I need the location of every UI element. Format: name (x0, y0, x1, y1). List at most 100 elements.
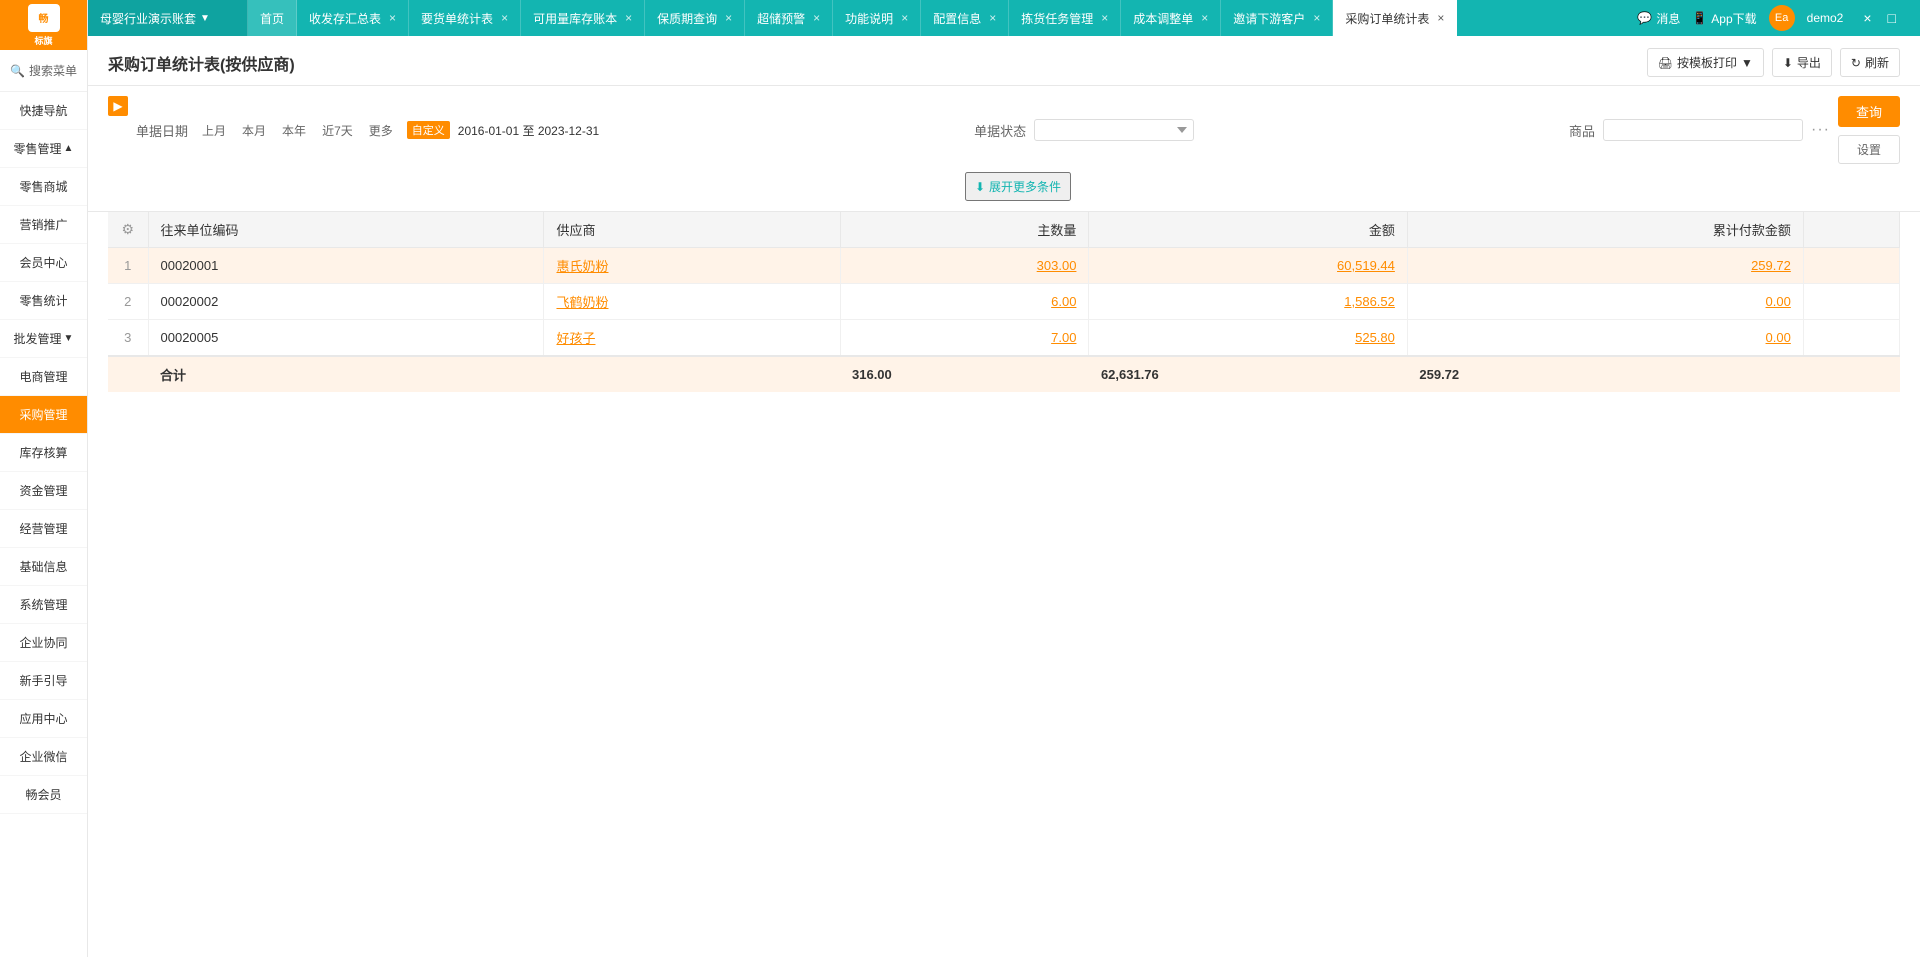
sidebar: 畅 标旗 🔍 搜索菜单 快捷导航 零售管理 ▲ 零售商城 营销推广 会员中心 零… (0, 0, 88, 957)
export-button[interactable]: ⬇ 导出 (1772, 48, 1832, 77)
workspace-name: 母婴行业演示账套 (100, 10, 196, 27)
column-extra (1803, 212, 1899, 248)
tab-available-stock[interactable]: 可用量库存账本 × (521, 0, 645, 36)
tab-warranty[interactable]: 保质期查询 × (645, 0, 745, 36)
tab-function-desc[interactable]: 功能说明 × (833, 0, 921, 36)
tab-close-button[interactable]: × (1433, 12, 1444, 24)
tab-close-button[interactable]: × (1097, 12, 1108, 24)
refresh-button[interactable]: ↻ 刷新 (1840, 48, 1900, 77)
tab-close-button[interactable]: × (1309, 12, 1320, 24)
avatar[interactable]: Ea (1769, 5, 1795, 31)
date-shortcut-last-month[interactable]: 上月 (196, 120, 232, 141)
gear-icon[interactable]: ⚙ (121, 221, 134, 237)
tab-label: 邀请下游客户 (1233, 10, 1305, 27)
tab-purchase-stats[interactable]: 采购订单统计表 × (1333, 0, 1457, 36)
filter-toggle-button[interactable]: ▶ (108, 96, 128, 116)
summary-extra (1803, 356, 1899, 392)
print-button[interactable]: 🖨 按模板打印 ▼ (1647, 48, 1764, 77)
sidebar-item-retail-stats[interactable]: 零售统计 (0, 282, 87, 320)
chevron-down-icon: ▼ (64, 333, 74, 344)
date-shortcut-this-year[interactable]: 本年 (276, 120, 312, 141)
table-row[interactable]: 1 00020001 惠氏奶粉 303.00 60,519.44 259.72 (108, 248, 1900, 284)
row-supplier[interactable]: 飞鹤奶粉 (544, 284, 840, 320)
filter-content: 单据日期 上月 本月 本年 近7天 更多 自定义 2016-01-01 至 20… (136, 96, 1900, 201)
goods-filter-input[interactable] (1603, 119, 1803, 141)
row-extra (1803, 284, 1899, 320)
row-qty: 7.00 (840, 320, 1089, 357)
sidebar-item-inventory[interactable]: 库存核算 (0, 434, 87, 472)
row-seq: 1 (108, 248, 148, 284)
row-qty: 6.00 (840, 284, 1089, 320)
sidebar-item-wholesale[interactable]: 批发管理 ▼ (0, 320, 87, 358)
tab-home[interactable]: 首页 (248, 0, 297, 36)
sidebar-item-finance[interactable]: 资金管理 (0, 472, 87, 510)
date-shortcut-this-month[interactable]: 本月 (236, 120, 272, 141)
tab-collect-pay[interactable]: 收发存汇总表 × (297, 0, 409, 36)
sidebar-item-label: 营销推广 (19, 216, 67, 233)
goods-more-icon[interactable]: ··· (1811, 121, 1830, 139)
sidebar-item-retail[interactable]: 零售管理 ▲ (0, 130, 87, 168)
sidebar-item-label: 电商管理 (19, 368, 67, 385)
status-filter-select[interactable] (1034, 119, 1194, 141)
sidebar-item-marketing[interactable]: 营销推广 (0, 206, 87, 244)
tab-close-button[interactable]: × (809, 12, 820, 24)
table-row[interactable]: 2 00020002 飞鹤奶粉 6.00 1,586.52 0.00 (108, 284, 1900, 320)
sidebar-item-app-center[interactable]: 应用中心 (0, 700, 87, 738)
refresh-label: 刷新 (1865, 54, 1889, 71)
sidebar-item-retail-shop[interactable]: 零售商城 (0, 168, 87, 206)
query-button[interactable]: 查询 (1838, 96, 1900, 127)
window-close-button[interactable]: × (1855, 0, 1879, 36)
tab-picking-task[interactable]: 拣货任务管理 × (1009, 0, 1121, 36)
tab-close-button[interactable]: × (897, 12, 908, 24)
sidebar-item-guide[interactable]: 新手引导 (0, 662, 87, 700)
app-download-button[interactable]: 📱 App下载 (1692, 10, 1756, 27)
sidebar-item-enterprise[interactable]: 企业协同 (0, 624, 87, 662)
sidebar-item-system[interactable]: 系统管理 (0, 586, 87, 624)
sidebar-item-enterprise-wechat[interactable]: 企业微信 (0, 738, 87, 776)
expand-filters-button[interactable]: ⬇ 展开更多条件 (965, 172, 1071, 201)
tab-label: 成本调整单 (1133, 10, 1193, 27)
sidebar-item-label: 零售管理 (14, 140, 62, 157)
sidebar-item-purchase[interactable]: 采购管理 (0, 396, 87, 434)
tab-close-button[interactable]: × (985, 12, 996, 24)
tab-close-button[interactable]: × (497, 12, 508, 24)
search-menu-button[interactable]: 🔍 搜索菜单 (6, 58, 81, 83)
expand-down-icon: ⬇ (975, 180, 985, 194)
column-amount: 金额 (1089, 212, 1407, 248)
row-supplier[interactable]: 好孩子 (544, 320, 840, 357)
window-maximize-button[interactable]: □ (1880, 0, 1904, 36)
sidebar-item-ecommerce[interactable]: 电商管理 (0, 358, 87, 396)
date-shortcuts: 上月 本月 本年 近7天 更多 (196, 120, 399, 141)
tab-label: 首页 (260, 10, 284, 27)
sidebar-search-area[interactable]: 🔍 搜索菜单 (0, 50, 87, 92)
row-supplier[interactable]: 惠氏奶粉 (544, 248, 840, 284)
message-button[interactable]: 💬 消息 (1637, 10, 1680, 27)
sidebar-item-label: 应用中心 (19, 710, 67, 727)
tab-invite-downstream[interactable]: 邀请下游客户 × (1221, 0, 1333, 36)
tab-close-button[interactable]: × (721, 12, 732, 24)
sidebar-item-label: 零售商城 (19, 178, 67, 195)
tab-cost-adjust[interactable]: 成本调整单 × (1121, 0, 1221, 36)
app-download-label: App下载 (1711, 10, 1756, 27)
date-shortcut-more[interactable]: 更多 (363, 120, 399, 141)
tab-close-button[interactable]: × (385, 12, 396, 24)
workspace-dropdown[interactable]: 母婴行业演示账套 ▼ (88, 0, 248, 36)
tab-overstock[interactable]: 超储预警 × (745, 0, 833, 36)
main-area: 母婴行业演示账套 ▼ 首页 收发存汇总表 × 要货单统计表 × 可用量库存账本 … (88, 0, 1920, 957)
settings-button[interactable]: 设置 (1838, 135, 1900, 164)
table-row[interactable]: 3 00020005 好孩子 7.00 525.80 0.00 (108, 320, 1900, 357)
tab-config-info[interactable]: 配置信息 × (921, 0, 1009, 36)
sidebar-item-vip[interactable]: 畅会员 (0, 776, 87, 814)
sidebar-item-basic-info[interactable]: 基础信息 (0, 548, 87, 586)
sidebar-item-label: 资金管理 (19, 482, 67, 499)
query-area: 查询 设置 (1838, 96, 1900, 164)
tab-label: 拣货任务管理 (1021, 10, 1093, 27)
tab-close-button[interactable]: × (621, 12, 632, 24)
tab-close-button[interactable]: × (1197, 12, 1208, 24)
sidebar-item-quick-nav[interactable]: 快捷导航 (0, 92, 87, 130)
date-shortcut-7days[interactable]: 近7天 (316, 120, 359, 141)
username[interactable]: demo2 (1807, 11, 1844, 25)
sidebar-item-operations[interactable]: 经营管理 (0, 510, 87, 548)
tab-goods-stats[interactable]: 要货单统计表 × (409, 0, 521, 36)
sidebar-item-member[interactable]: 会员中心 (0, 244, 87, 282)
